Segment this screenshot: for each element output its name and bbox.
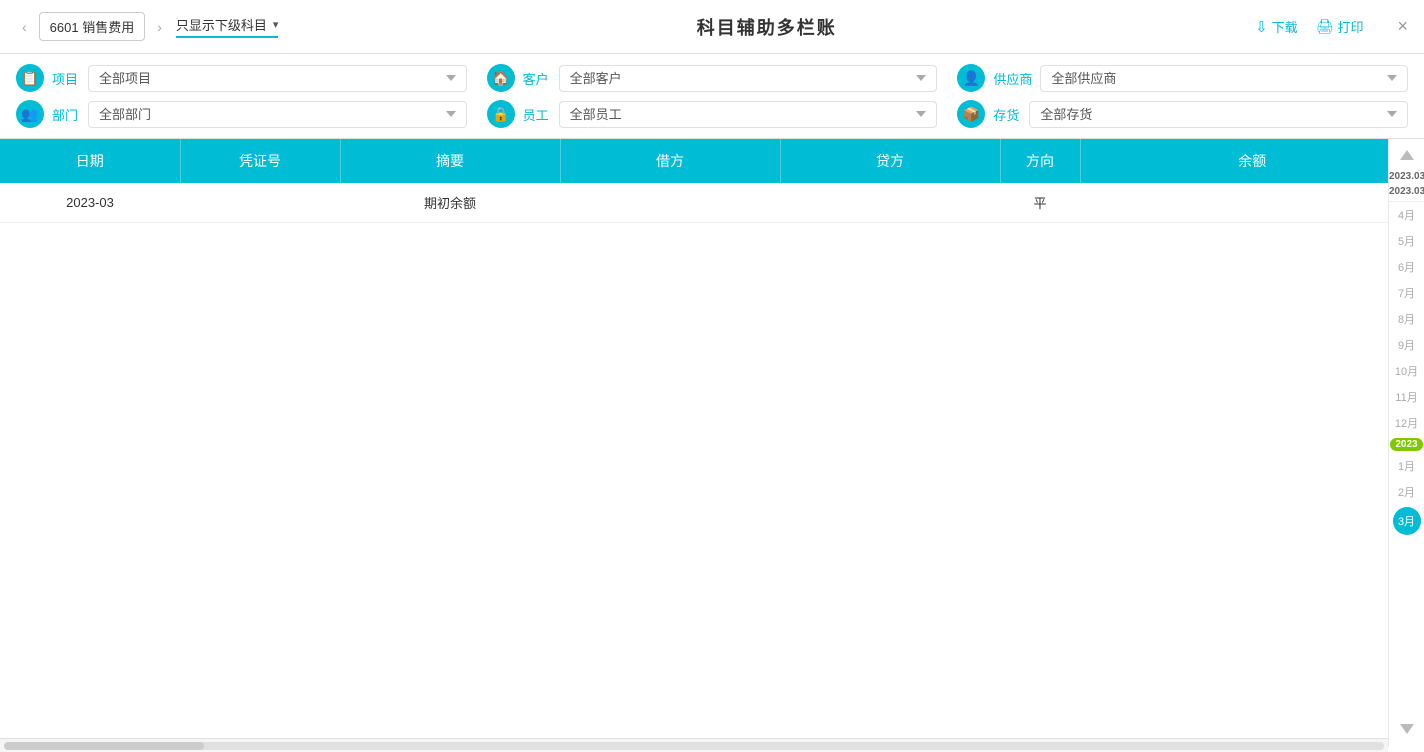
table-wrapper: 日期 凭证号 摘要 借方 贷方 方向 余额 2023-03 期初余额 平 <box>0 139 1424 747</box>
timeline-month-1[interactable]: 1月 <box>1389 453 1424 479</box>
timeline-sidebar: 2023.03 2023.03 4月 5月 6月 7月 8月 9月 10月 11… <box>1388 139 1424 747</box>
toolbar-right: ⇩ 下载 🖨 打印 × <box>1255 16 1408 37</box>
employee-label: 员工 <box>523 105 551 124</box>
cell-0: 2023-03 <box>0 183 180 223</box>
print-label: 打印 <box>1337 17 1363 36</box>
print-icon: 🖨 <box>1316 18 1334 35</box>
show-sub-dropdown[interactable]: 只显示下级科目 ▾ <box>176 15 279 38</box>
cell-1 <box>180 183 340 223</box>
timeline-month-2[interactable]: 2月 <box>1389 479 1424 505</box>
timeline-month-9[interactable]: 9月 <box>1389 332 1424 358</box>
supplier-select[interactable]: 全部供应商 <box>1040 65 1408 92</box>
timeline-month-6[interactable]: 6月 <box>1389 254 1424 280</box>
employee-icon: 🔒 <box>487 100 515 128</box>
year-2023-badge: 2023 <box>1390 438 1422 451</box>
timeline-up-arrow[interactable] <box>1389 143 1424 169</box>
timeline-period-2023-03-a[interactable]: 2023.03 <box>1389 169 1424 184</box>
timeline-month-11[interactable]: 11月 <box>1389 384 1424 410</box>
customer-select[interactable]: 全部客户 <box>559 65 938 92</box>
timeline-month-3-active[interactable]: 3月 <box>1393 507 1421 535</box>
filter-item-customer: 🏠 客户 全部客户 <box>487 64 938 92</box>
inventory-icon: 📦 <box>957 100 985 128</box>
main-window: ‹ 6601 销售费用 › 只显示下级科目 ▾ 科目辅助多栏账 ⇩ 下载 🖨 打… <box>0 0 1424 752</box>
cell-6 <box>1080 183 1424 223</box>
filter-item-inventory: 📦 存货 全部存货 <box>957 100 1408 128</box>
scrollbar-track <box>4 742 1384 750</box>
cell-2: 期初余额 <box>340 183 560 223</box>
project-icon: 📋 <box>16 64 44 92</box>
cell-4 <box>780 183 1000 223</box>
timeline-month-10[interactable]: 10月 <box>1389 358 1424 384</box>
cell-5: 平 <box>1000 183 1080 223</box>
col-direction: 方向 <box>1000 139 1080 183</box>
timeline-month-5[interactable]: 5月 <box>1389 228 1424 254</box>
col-date: 日期 <box>0 139 180 183</box>
download-icon: ⇩ <box>1255 18 1268 36</box>
timeline-month-4[interactable]: 4月 <box>1389 202 1424 228</box>
next-account-arrow[interactable]: › <box>151 17 168 37</box>
col-debit: 借方 <box>560 139 780 183</box>
timeline-down-arrow[interactable] <box>1389 717 1424 743</box>
show-sub-label: 只显示下级科目 <box>176 15 267 34</box>
timeline-month-7[interactable]: 7月 <box>1389 280 1424 306</box>
project-select[interactable]: 全部项目 <box>88 65 467 92</box>
customer-icon: 🏠 <box>487 64 515 92</box>
col-balance: 余额 <box>1080 139 1424 183</box>
prev-account-arrow[interactable]: ‹ <box>16 17 33 37</box>
page-title: 科目辅助多栏账 <box>278 14 1255 40</box>
timeline-month-8[interactable]: 8月 <box>1389 306 1424 332</box>
dept-label: 部门 <box>52 105 80 124</box>
filter-item-dept: 👥 部门 全部部门 <box>16 100 467 128</box>
employee-select[interactable]: 全部员工 <box>559 101 938 128</box>
top-bar: ‹ 6601 销售费用 › 只显示下级科目 ▾ 科目辅助多栏账 ⇩ 下载 🖨 打… <box>0 0 1424 54</box>
download-label: 下载 <box>1272 17 1298 36</box>
print-button[interactable]: 🖨 打印 <box>1316 17 1364 36</box>
col-voucher: 凭证号 <box>180 139 340 183</box>
supplier-label: 供应商 <box>993 69 1032 88</box>
dept-select[interactable]: 全部部门 <box>88 101 467 128</box>
timeline-month-12[interactable]: 12月 <box>1389 410 1424 436</box>
col-credit: 贷方 <box>780 139 1000 183</box>
timeline-year-badge: 2023 <box>1389 436 1424 453</box>
filter-item-supplier: 👤 供应商 全部供应商 <box>957 64 1408 92</box>
close-button[interactable]: × <box>1397 16 1408 37</box>
inventory-select[interactable]: 全部存货 <box>1029 101 1408 128</box>
filter-bar: 📋 项目 全部项目 🏠 客户 全部客户 👤 供应商 全部供应商 👥 部门 全 <box>0 54 1424 139</box>
supplier-icon: 👤 <box>957 64 985 92</box>
table-row: 2023-03 期初余额 平 <box>0 183 1424 223</box>
project-label: 项目 <box>52 69 80 88</box>
scrollbar-thumb <box>4 742 204 750</box>
main-table: 日期 凭证号 摘要 借方 贷方 方向 余额 2023-03 期初余额 平 <box>0 139 1424 223</box>
filter-item-employee: 🔒 员工 全部员工 <box>487 100 938 128</box>
filter-item-project: 📋 项目 全部项目 <box>16 64 467 92</box>
customer-label: 客户 <box>523 69 551 88</box>
download-button[interactable]: ⇩ 下载 <box>1255 17 1298 36</box>
col-summary: 摘要 <box>340 139 560 183</box>
dept-icon: 👥 <box>16 100 44 128</box>
cell-3 <box>560 183 780 223</box>
inventory-label: 存货 <box>993 105 1021 124</box>
bottom-scrollbar[interactable] <box>0 738 1388 752</box>
account-code-display: 6601 销售费用 <box>39 12 146 41</box>
timeline-period-2023-03-b[interactable]: 2023.03 <box>1389 184 1424 202</box>
